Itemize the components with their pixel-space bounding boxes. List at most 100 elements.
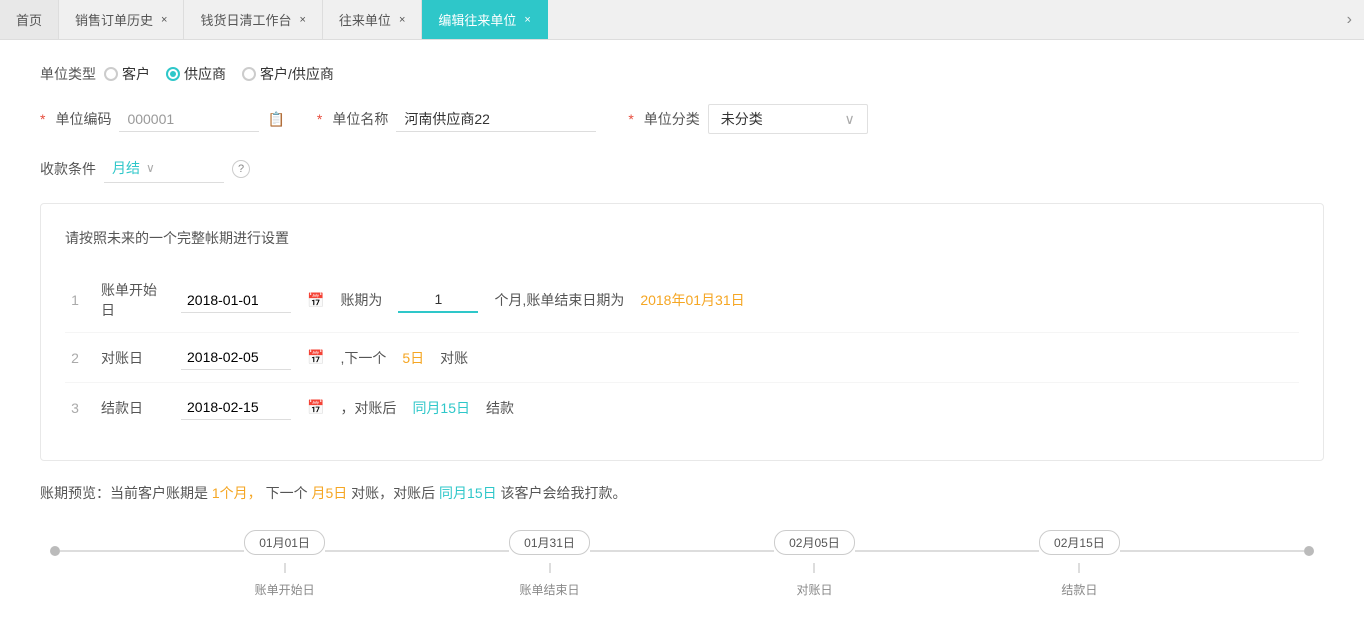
timeline-end-dot	[1304, 546, 1314, 556]
timeline: 01月01日 账单开始日 01月31日 账单结束日 02月05日 对账日 02月…	[40, 530, 1324, 598]
unit-code-field: * 单位编码 📋	[40, 107, 285, 132]
class-label: 单位分类	[644, 109, 700, 129]
unit-type-label: 单位类型	[40, 64, 96, 84]
payment-field: 收款条件 月结 ∨ ?	[40, 154, 250, 183]
help-text: ?	[238, 163, 244, 175]
timeline-node-4-line	[1078, 563, 1080, 573]
unit-class-field: * 单位分类 未分类 ∨	[628, 104, 867, 134]
preview-suffix: 该客户会给我打款。	[501, 485, 627, 501]
radio-customer-circle	[104, 67, 118, 81]
tab-partner-label: 往来单位	[339, 10, 391, 29]
name-required: *	[317, 111, 322, 127]
tab-home-label: 首页	[16, 10, 42, 29]
timeline-badge-2: 01月31日	[509, 530, 590, 555]
class-required: *	[628, 111, 633, 127]
reconcile-desc-prefix: ,下一个	[340, 348, 386, 368]
preview-mid1: 下一个	[266, 485, 308, 501]
reconcile-date-calendar-icon[interactable]: 📅	[307, 349, 324, 366]
reconcile-highlight: 5日	[402, 348, 424, 368]
timeline-line-4	[1120, 550, 1304, 552]
payment-help-icon[interactable]: ?	[232, 160, 250, 178]
timeline-line-0	[60, 550, 244, 552]
setting-row-3: 3 结款日 📅 ，对账后 同月15日 结款	[65, 383, 1299, 432]
timeline-label-4: 结款日	[1061, 581, 1097, 598]
tab-more-button[interactable]: ›	[1335, 0, 1364, 39]
payment-date-calendar-icon[interactable]: 📅	[307, 399, 324, 416]
tab-cash-work-close[interactable]: ×	[299, 14, 305, 26]
tab-edit-partner-close[interactable]: ×	[524, 14, 530, 26]
period-input[interactable]	[398, 287, 478, 313]
payment-desc-prefix: ，对账后	[340, 398, 396, 418]
row-1-num: 1	[65, 292, 85, 308]
tab-bar: 首页 销售订单历史 × 钱货日清工作台 × 往来单位 × 编辑往来单位 × ›	[0, 0, 1364, 40]
start-date-input[interactable]	[181, 288, 291, 313]
unit-type-radio-group: 客户 供应商 客户/供应商	[104, 64, 334, 84]
timeline-node-2: 01月31日 账单结束日	[509, 530, 590, 598]
start-date-calendar-icon[interactable]: 📅	[307, 292, 324, 309]
code-label: 单位编码	[55, 109, 111, 129]
radio-both-circle	[242, 67, 256, 81]
reconcile-desc-suffix: 对账	[440, 348, 468, 368]
settings-section: 请按照未来的一个完整帐期进行设置 1 账单开始日 📅 账期为 个月,账单结束日期…	[40, 203, 1324, 461]
payment-select[interactable]: 月结 ∨	[104, 154, 224, 183]
code-input[interactable]	[119, 107, 259, 132]
row-3-num: 3	[65, 400, 85, 416]
name-label: 单位名称	[332, 109, 388, 129]
payment-date-input[interactable]	[181, 395, 291, 420]
timeline-node-3-line	[813, 563, 815, 573]
radio-both-label: 客户/供应商	[260, 64, 334, 84]
tab-edit-partner-label: 编辑往来单位	[438, 10, 516, 29]
name-input[interactable]	[396, 107, 596, 132]
timeline-label-2: 账单结束日	[520, 581, 580, 598]
section-title: 请按照未来的一个完整帐期进行设置	[65, 228, 1299, 248]
payment-chevron-icon: ∨	[146, 161, 155, 175]
reconcile-date-input[interactable]	[181, 345, 291, 370]
class-chevron-icon: ∨	[845, 111, 855, 128]
row-3-label: 结款日	[101, 398, 165, 418]
timeline-node-3: 02月05日 对账日	[774, 530, 855, 598]
radio-supplier-circle	[166, 67, 180, 81]
timeline-badge-4: 02月15日	[1039, 530, 1120, 555]
unit-type-field: 单位类型 客户 供应商 客户/供应商	[40, 64, 334, 84]
timeline-node-4: 02月15日 结款日	[1039, 530, 1120, 598]
radio-supplier[interactable]: 供应商	[166, 64, 226, 84]
radio-customer[interactable]: 客户	[104, 64, 150, 84]
payment-desc-suffix: 结款	[486, 398, 514, 418]
period-desc1: 账期为	[340, 290, 382, 310]
preview-highlight2: 同月15日	[439, 485, 497, 501]
end-date-highlight: 2018年01月31日	[640, 290, 744, 310]
radio-supplier-label: 供应商	[184, 64, 226, 84]
tab-home[interactable]: 首页	[0, 0, 59, 39]
tab-edit-partner[interactable]: 编辑往来单位 ×	[422, 0, 547, 39]
tab-sales-history-close[interactable]: ×	[161, 14, 167, 26]
preview-section: 账期预览：当前客户账期是 1个月， 下一个 月5日 对账，对账后 同月15日 该…	[40, 481, 1324, 506]
timeline-node-2-line	[549, 563, 551, 573]
tab-partner[interactable]: 往来单位 ×	[323, 0, 422, 39]
row-2-label: 对账日	[101, 348, 165, 368]
timeline-line-3	[855, 550, 1039, 552]
tab-sales-history[interactable]: 销售订单历史 ×	[59, 0, 184, 39]
payment-value: 月结	[112, 158, 140, 178]
radio-both[interactable]: 客户/供应商	[242, 64, 334, 84]
timeline-line-2	[590, 550, 774, 552]
period-desc2: 个月,账单结束日期为	[494, 290, 624, 310]
row-1-label: 账单开始日	[101, 280, 165, 320]
timeline-start	[50, 530, 60, 556]
timeline-end	[1304, 530, 1314, 556]
setting-row-2: 2 对账日 📅 ,下一个 5日 对账	[65, 333, 1299, 383]
timeline-label-3: 对账日	[796, 581, 832, 598]
timeline-badge-3: 02月05日	[774, 530, 855, 555]
payment-label: 收款条件	[40, 159, 96, 179]
payment-highlight: 同月15日	[412, 398, 470, 418]
tab-partner-close[interactable]: ×	[399, 14, 405, 26]
tab-sales-history-label: 销售订单历史	[75, 10, 153, 29]
code-copy-icon[interactable]: 📋	[267, 111, 284, 128]
preview-prefix: 账期预览：当前客户账期是	[40, 485, 208, 501]
radio-customer-label: 客户	[122, 64, 150, 84]
row-2-num: 2	[65, 350, 85, 366]
unit-type-row: 单位类型 客户 供应商 客户/供应商	[40, 64, 1324, 84]
timeline-badge-1: 01月01日	[244, 530, 325, 555]
class-select[interactable]: 未分类 ∨	[708, 104, 868, 134]
tab-cash-work[interactable]: 钱货日清工作台 ×	[184, 0, 322, 39]
page-content: 单位类型 客户 供应商 客户/供应商 * 单位编码	[0, 40, 1364, 622]
